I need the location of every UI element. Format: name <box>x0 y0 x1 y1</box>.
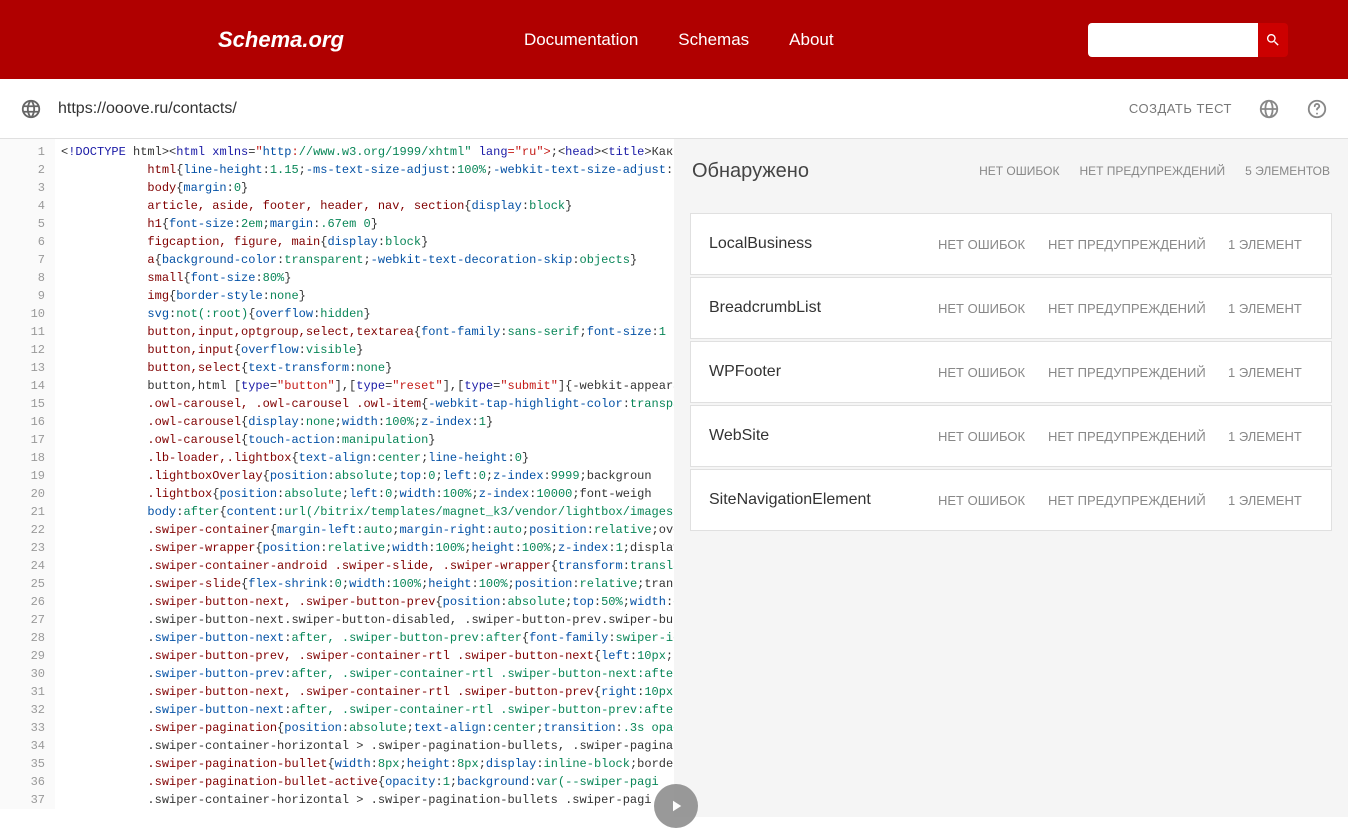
nav-documentation[interactable]: Documentation <box>524 30 638 50</box>
search-icon <box>1265 32 1281 48</box>
result-item[interactable]: SiteNavigationElementНЕТ ОШИБОКНЕТ ПРЕДУ… <box>690 469 1332 531</box>
stat-warnings: НЕТ ПРЕДУПРЕЖДЕНИЙ <box>1079 164 1225 178</box>
url-display: https://ooove.ru/contacts/ <box>58 100 1129 118</box>
nav: Documentation Schemas About <box>524 30 1088 50</box>
nav-about[interactable]: About <box>789 30 833 50</box>
results-panel: Обнаружено НЕТ ОШИБОК НЕТ ПРЕДУПРЕЖДЕНИЙ… <box>674 139 1348 817</box>
toolbar-right: СОЗДАТЬ ТЕСТ <box>1129 98 1328 120</box>
result-warnings: НЕТ ПРЕДУПРЕЖДЕНИЙ <box>1048 429 1228 444</box>
create-test-button[interactable]: СОЗДАТЬ ТЕСТ <box>1129 101 1232 116</box>
nav-schemas[interactable]: Schemas <box>678 30 749 50</box>
toolbar: https://ooove.ru/contacts/ СОЗДАТЬ ТЕСТ <box>0 79 1348 139</box>
result-warnings: НЕТ ПРЕДУПРЕЖДЕНИЙ <box>1048 493 1228 508</box>
stat-elements: 5 ЭЛЕМЕНТОВ <box>1245 164 1330 178</box>
result-name: BreadcrumbList <box>709 299 938 317</box>
result-errors: НЕТ ОШИБОК <box>938 493 1048 508</box>
header: Schema.org Documentation Schemas About <box>0 0 1348 79</box>
code-panel: 1234567891011121314151617181920212223242… <box>0 139 674 817</box>
result-item[interactable]: WPFooterНЕТ ОШИБОКНЕТ ПРЕДУПРЕЖДЕНИЙ1 ЭЛ… <box>690 341 1332 403</box>
logo[interactable]: Schema.org <box>218 27 344 53</box>
result-count: 1 ЭЛЕМЕНТ <box>1228 429 1313 444</box>
result-name: WebSite <box>709 427 938 445</box>
stat-errors: НЕТ ОШИБОК <box>979 164 1059 178</box>
language-icon[interactable] <box>1258 98 1280 120</box>
search-wrap <box>1088 23 1288 57</box>
globe-icon <box>20 98 42 120</box>
search-input[interactable] <box>1088 23 1258 57</box>
result-count: 1 ЭЛЕМЕНТ <box>1228 301 1313 316</box>
result-errors: НЕТ ОШИБОК <box>938 301 1048 316</box>
result-item[interactable]: BreadcrumbListНЕТ ОШИБОКНЕТ ПРЕДУПРЕЖДЕН… <box>690 277 1332 339</box>
code-content: 1234567891011121314151617181920212223242… <box>0 139 674 809</box>
result-warnings: НЕТ ПРЕДУПРЕЖДЕНИЙ <box>1048 237 1228 252</box>
line-gutter: 1234567891011121314151617181920212223242… <box>0 139 55 809</box>
result-warnings: НЕТ ПРЕДУПРЕЖДЕНИЙ <box>1048 365 1228 380</box>
results-header: Обнаружено НЕТ ОШИБОК НЕТ ПРЕДУПРЕЖДЕНИЙ… <box>674 139 1348 203</box>
play-button[interactable] <box>654 784 698 828</box>
result-errors: НЕТ ОШИБОК <box>938 365 1048 380</box>
result-count: 1 ЭЛЕМЕНТ <box>1228 365 1313 380</box>
results-stats: НЕТ ОШИБОК НЕТ ПРЕДУПРЕЖДЕНИЙ 5 ЭЛЕМЕНТО… <box>979 164 1330 178</box>
result-name: SiteNavigationElement <box>709 491 938 509</box>
result-errors: НЕТ ОШИБОК <box>938 237 1048 252</box>
result-warnings: НЕТ ПРЕДУПРЕЖДЕНИЙ <box>1048 301 1228 316</box>
search-button[interactable] <box>1258 23 1288 57</box>
results-title: Обнаружено <box>692 160 979 183</box>
result-count: 1 ЭЛЕМЕНТ <box>1228 237 1313 252</box>
result-name: LocalBusiness <box>709 235 938 253</box>
help-icon[interactable] <box>1306 98 1328 120</box>
play-icon <box>667 797 685 815</box>
result-count: 1 ЭЛЕМЕНТ <box>1228 493 1313 508</box>
result-name: WPFooter <box>709 363 938 381</box>
result-item[interactable]: WebSiteНЕТ ОШИБОКНЕТ ПРЕДУПРЕЖДЕНИЙ1 ЭЛЕ… <box>690 405 1332 467</box>
main: 1234567891011121314151617181920212223242… <box>0 139 1348 817</box>
code-lines[interactable]: <!DOCTYPE html><html xmlns="http://www.w… <box>55 139 674 809</box>
result-item[interactable]: LocalBusinessНЕТ ОШИБОКНЕТ ПРЕДУПРЕЖДЕНИ… <box>690 213 1332 275</box>
results-list: LocalBusinessНЕТ ОШИБОКНЕТ ПРЕДУПРЕЖДЕНИ… <box>674 203 1348 543</box>
result-errors: НЕТ ОШИБОК <box>938 429 1048 444</box>
